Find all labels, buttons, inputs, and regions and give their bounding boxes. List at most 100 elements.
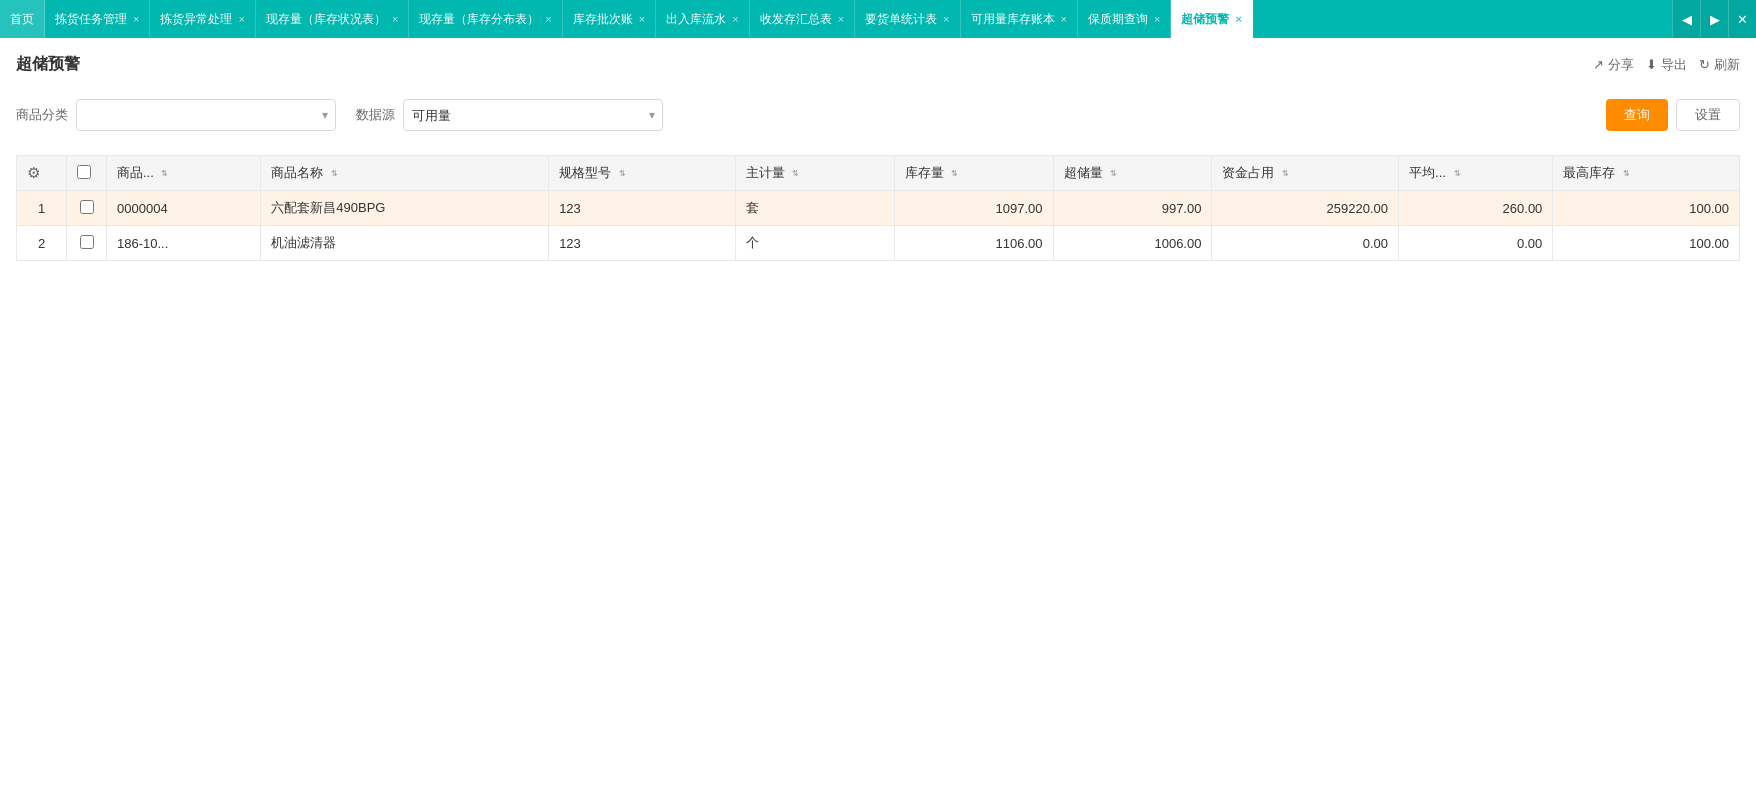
th-excess-label: 超储量 xyxy=(1064,165,1103,180)
close-icon[interactable]: × xyxy=(238,13,244,25)
nav-item-5[interactable]: 库存批次账 × xyxy=(563,0,656,38)
nav-next-button[interactable]: ▶ xyxy=(1700,0,1728,38)
nav-arrows: ◀ ▶ ✕ xyxy=(1672,0,1756,38)
td-unit: 套 xyxy=(735,191,894,226)
td-excess: 1006.00 xyxy=(1053,226,1212,261)
nav-item-home[interactable]: 首页 xyxy=(0,0,45,38)
nav-item-label: 拣货异常处理 xyxy=(160,11,232,28)
page-container: 超储预警 ↗ 分享 ⬇ 导出 ↻ 刷新 商品分类 xyxy=(0,38,1756,800)
nav-item-4[interactable]: 现存量（库存分布表） × xyxy=(409,0,562,38)
export-label: 导出 xyxy=(1661,56,1687,74)
th-capital-label: 资金占用 xyxy=(1222,165,1274,180)
sort-icon: ⇅ xyxy=(792,170,799,178)
th-max-stock[interactable]: 最高库存 ⇅ xyxy=(1553,156,1740,191)
td-capital: 0.00 xyxy=(1212,226,1399,261)
close-icon[interactable]: × xyxy=(838,13,844,25)
sort-icon: ⇅ xyxy=(1623,170,1630,178)
page-header: 超储预警 ↗ 分享 ⬇ 导出 ↻ 刷新 xyxy=(16,54,1740,75)
nav-item-label: 保质期查询 xyxy=(1088,11,1148,28)
th-stock[interactable]: 库存量 ⇅ xyxy=(894,156,1053,191)
th-settings[interactable]: ⚙ xyxy=(17,156,67,191)
settings-button[interactable]: 设置 xyxy=(1676,99,1740,131)
td-stock: 1097.00 xyxy=(894,191,1053,226)
query-button[interactable]: 查询 xyxy=(1606,99,1668,131)
td-index: 2 xyxy=(17,226,67,261)
close-icon[interactable]: × xyxy=(732,13,738,25)
category-select[interactable] xyxy=(76,99,336,131)
nav-item-active[interactable]: 超储预警 × xyxy=(1171,0,1252,38)
nav-item-label: 库存批次账 xyxy=(573,11,633,28)
refresh-icon: ↻ xyxy=(1699,57,1710,72)
data-table: ⚙ 商品... ⇅ 商品名称 ⇅ 规格型号 ⇅ 主计量 xyxy=(16,155,1740,261)
datasource-label: 数据源 xyxy=(356,106,395,124)
nav-item-10[interactable]: 保质期查询 × xyxy=(1078,0,1171,38)
nav-item-2[interactable]: 拣货异常处理 × xyxy=(150,0,255,38)
share-button[interactable]: ↗ 分享 xyxy=(1593,56,1634,74)
td-unit: 个 xyxy=(735,226,894,261)
td-index: 1 xyxy=(17,191,67,226)
th-max-stock-label: 最高库存 xyxy=(1563,165,1615,180)
td-check[interactable] xyxy=(67,226,107,261)
close-icon[interactable]: × xyxy=(943,13,949,25)
nav-bar: 首页 拣货任务管理 × 拣货异常处理 × 现存量（库存状况表） × 现存量（库存… xyxy=(0,0,1756,38)
close-icon[interactable]: × xyxy=(545,13,551,25)
nav-item-label: 可用量库存账本 xyxy=(971,11,1055,28)
row-checkbox[interactable] xyxy=(80,200,94,214)
td-stock: 1106.00 xyxy=(894,226,1053,261)
nav-close-button[interactable]: ✕ xyxy=(1728,0,1756,38)
page-title: 超储预警 xyxy=(16,54,80,75)
td-check[interactable] xyxy=(67,191,107,226)
nav-item-9[interactable]: 可用量库存账本 × xyxy=(961,0,1078,38)
datasource-select[interactable]: 可用量 xyxy=(403,99,663,131)
th-avg[interactable]: 平均... ⇅ xyxy=(1399,156,1553,191)
td-spec: 123 xyxy=(549,226,736,261)
table-row[interactable]: 2 186-10... 机油滤清器 123 个 1106.00 1006.00 … xyxy=(17,226,1740,261)
td-max-stock: 100.00 xyxy=(1553,191,1740,226)
sort-icon: ⇅ xyxy=(619,170,626,178)
share-label: 分享 xyxy=(1608,56,1634,74)
export-button[interactable]: ⬇ 导出 xyxy=(1646,56,1687,74)
datasource-select-wrapper: 可用量 xyxy=(403,99,663,131)
th-product-name[interactable]: 商品名称 ⇅ xyxy=(261,156,549,191)
refresh-button[interactable]: ↻ 刷新 xyxy=(1699,56,1740,74)
select-all-checkbox[interactable] xyxy=(77,165,91,179)
filter-area: 商品分类 数据源 可用量 查询 设置 xyxy=(16,91,1740,139)
close-icon[interactable]: × xyxy=(1235,13,1241,25)
close-icon[interactable]: × xyxy=(392,13,398,25)
refresh-label: 刷新 xyxy=(1714,56,1740,74)
sort-icon: ⇅ xyxy=(1110,170,1117,178)
close-icon[interactable]: × xyxy=(133,13,139,25)
th-product-name-label: 商品名称 xyxy=(271,165,323,180)
nav-item-6[interactable]: 出入库流水 × xyxy=(656,0,749,38)
th-product-code[interactable]: 商品... ⇅ xyxy=(107,156,261,191)
th-stock-label: 库存量 xyxy=(905,165,944,180)
nav-item-3[interactable]: 现存量（库存状况表） × xyxy=(256,0,409,38)
td-product-name: 六配套新昌490BPG xyxy=(261,191,549,226)
sort-icon: ⇅ xyxy=(1454,170,1461,178)
nav-item-label: 首页 xyxy=(10,11,34,28)
row-checkbox[interactable] xyxy=(80,235,94,249)
td-capital: 259220.00 xyxy=(1212,191,1399,226)
th-check[interactable] xyxy=(67,156,107,191)
td-excess: 997.00 xyxy=(1053,191,1212,226)
nav-item-7[interactable]: 收发存汇总表 × xyxy=(750,0,855,38)
th-capital[interactable]: 资金占用 ⇅ xyxy=(1212,156,1399,191)
th-excess[interactable]: 超储量 ⇅ xyxy=(1053,156,1212,191)
nav-item-1[interactable]: 拣货任务管理 × xyxy=(45,0,150,38)
nav-item-8[interactable]: 要货单统计表 × xyxy=(855,0,960,38)
gear-icon: ⚙ xyxy=(27,164,40,181)
close-icon[interactable]: × xyxy=(1154,13,1160,25)
th-unit[interactable]: 主计量 ⇅ xyxy=(735,156,894,191)
table-row[interactable]: 1 0000004 六配套新昌490BPG 123 套 1097.00 997.… xyxy=(17,191,1740,226)
close-icon[interactable]: × xyxy=(1061,13,1067,25)
sort-icon: ⇅ xyxy=(1282,170,1289,178)
td-max-stock: 100.00 xyxy=(1553,226,1740,261)
td-product-code: 0000004 xyxy=(107,191,261,226)
th-unit-label: 主计量 xyxy=(746,165,785,180)
close-icon[interactable]: × xyxy=(639,13,645,25)
th-spec[interactable]: 规格型号 ⇅ xyxy=(549,156,736,191)
th-avg-label: 平均... xyxy=(1409,165,1446,180)
datasource-filter-group: 数据源 可用量 xyxy=(356,99,663,131)
nav-prev-button[interactable]: ◀ xyxy=(1672,0,1700,38)
nav-item-label: 超储预警 xyxy=(1181,11,1229,28)
